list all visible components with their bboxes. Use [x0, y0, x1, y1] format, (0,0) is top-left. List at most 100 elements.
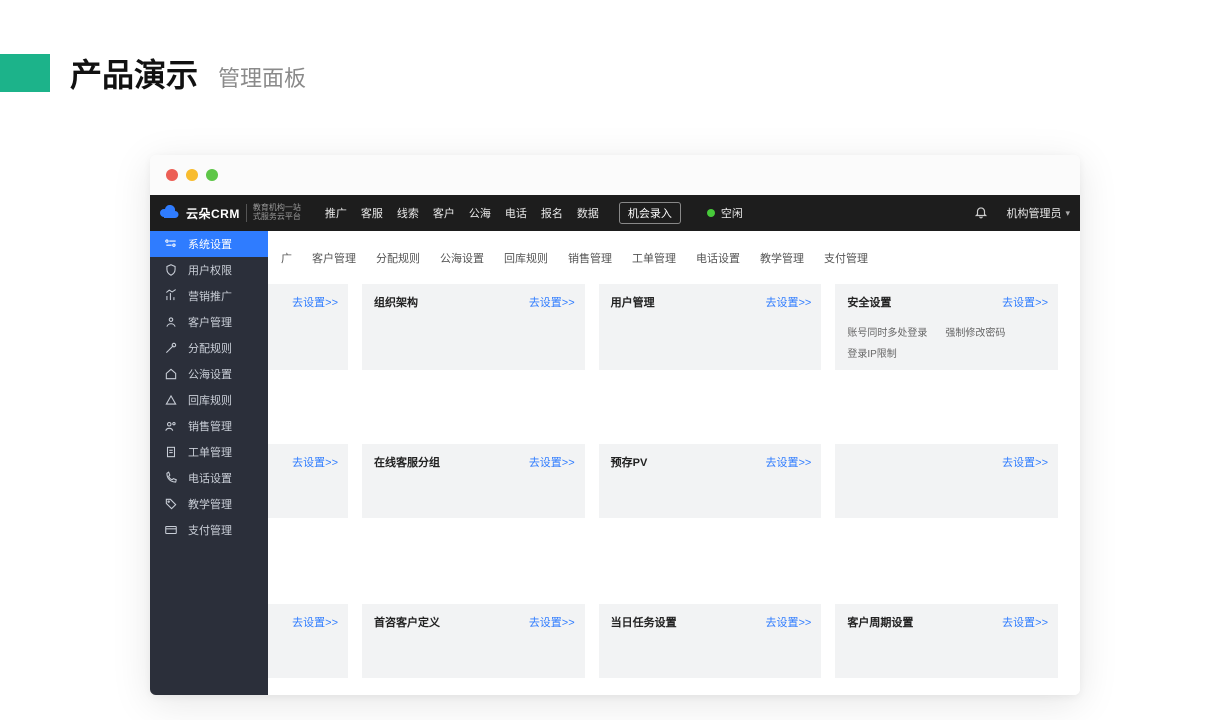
settings-card: 用户管理 去设置>> — [599, 284, 822, 370]
sidebar-item-9[interactable]: 电话设置 — [150, 465, 268, 491]
go-settings-link[interactable]: 去设置>> — [529, 614, 575, 630]
record-button[interactable]: 机会录入 — [619, 202, 681, 224]
window-min-icon[interactable] — [186, 169, 198, 181]
sub-tab-0[interactable]: 客户管理 — [302, 245, 366, 271]
sidebar-item-10[interactable]: 教学管理 — [150, 491, 268, 517]
sub-tab-3[interactable]: 回库规则 — [494, 245, 558, 271]
phone-icon — [164, 471, 178, 485]
sub-tab-8[interactable]: 支付管理 — [814, 245, 878, 271]
card-title: 预存PV — [611, 457, 648, 469]
go-settings-link[interactable]: 去设置>> — [765, 614, 811, 630]
sidebar-item-11[interactable]: 支付管理 — [150, 517, 268, 543]
user-label: 机构管理员 — [1006, 205, 1061, 221]
topbar: 云朵CRM 教育机构一站式服务云平台 推广 客服 线索 客户 公海 电话 报名 … — [150, 195, 1080, 231]
nav-pool[interactable]: 公海 — [469, 205, 491, 221]
go-settings-link[interactable]: 去设置>> — [292, 454, 338, 470]
persons-icon — [164, 419, 178, 433]
nav-leads[interactable]: 线索 — [397, 205, 419, 221]
sidebar-item-8[interactable]: 工单管理 — [150, 439, 268, 465]
card-tag: 账号同时多处登录 — [847, 324, 927, 339]
card-tag: 强制修改密码 — [945, 324, 1005, 339]
settings-card: 组织架构 去设置>> — [362, 284, 585, 370]
sidebar-item-label: 电话设置 — [188, 470, 232, 486]
house-icon — [164, 367, 178, 381]
shield-icon — [164, 263, 178, 277]
nav-promotion[interactable]: 推广 — [325, 205, 347, 221]
traffic-lights — [150, 155, 1080, 195]
card-title: 组织架构 — [374, 297, 418, 309]
go-settings-link[interactable]: 去设置>> — [292, 294, 338, 310]
nav-data[interactable]: 数据 — [577, 205, 599, 221]
card-title: 在线客服分组 — [374, 457, 440, 469]
go-settings-link[interactable]: 去设置>> — [1002, 294, 1048, 310]
sub-tab-1[interactable]: 分配规则 — [366, 245, 430, 271]
settings-card: 去设置>> — [268, 284, 348, 370]
card-title: 客户周期设置 — [847, 617, 913, 629]
bell-icon[interactable] — [974, 205, 988, 222]
card-tags: 账号同时多处登录 强制修改密码登录IP限制 — [847, 324, 1046, 360]
go-settings-link[interactable]: 去设置>> — [765, 454, 811, 470]
sub-tab-4[interactable]: 销售管理 — [558, 245, 622, 271]
top-nav: 推广 客服 线索 客户 公海 电话 报名 数据 机会录入 — [325, 202, 681, 224]
cloud-icon — [158, 205, 180, 221]
window-max-icon[interactable] — [206, 169, 218, 181]
sidebar-item-6[interactable]: 回库规则 — [150, 387, 268, 413]
sidebar-item-2[interactable]: 营销推广 — [150, 283, 268, 309]
sidebar-item-label: 公海设置 — [188, 366, 232, 382]
card-tag: 登录IP限制 — [847, 345, 896, 360]
settings-card: 首咨客户定义去设置>> — [362, 604, 585, 678]
sidebar-item-label: 用户权限 — [188, 262, 232, 278]
logo-text: 云朵CRM — [186, 205, 240, 222]
sidebar-item-label: 支付管理 — [188, 522, 232, 538]
sidebar-item-1[interactable]: 用户权限 — [150, 257, 268, 283]
card-title: 安全设置 — [847, 297, 891, 309]
sidebar-item-label: 系统设置 — [188, 236, 232, 252]
settings-card: 安全设置 去设置>> 账号同时多处登录 强制修改密码登录IP限制 — [835, 284, 1058, 370]
user-menu[interactable]: 机构管理员 ▾ — [1006, 205, 1070, 221]
chevron-down-icon: ▾ — [1065, 208, 1070, 219]
sidebar-item-4[interactable]: 分配规则 — [150, 335, 268, 361]
nav-signup[interactable]: 报名 — [541, 205, 563, 221]
go-settings-link[interactable]: 去设置>> — [529, 294, 575, 310]
logo-tagline: 教育机构一站式服务云平台 — [246, 204, 301, 222]
sidebar-item-label: 营销推广 — [188, 288, 232, 304]
settings-card: 预存PV 去设置>> — [599, 444, 822, 518]
nav-phone[interactable]: 电话 — [505, 205, 527, 221]
sub-tab-2[interactable]: 公海设置 — [430, 245, 494, 271]
sidebar-item-7[interactable]: 销售管理 — [150, 413, 268, 439]
key-icon — [164, 341, 178, 355]
settings-icon — [164, 237, 178, 251]
settings-card: 在线客服分组 去设置>> — [362, 444, 585, 518]
logo[interactable]: 云朵CRM 教育机构一站式服务云平台 — [158, 204, 307, 222]
settings-card: 置去设置>> — [268, 444, 348, 518]
status-label[interactable]: 空闲 — [721, 205, 743, 221]
go-settings-link[interactable]: 去设置>> — [1002, 614, 1048, 630]
sidebar-item-label: 回库规则 — [188, 392, 232, 408]
card-title: 用户管理 — [611, 297, 655, 309]
sub-tabs: 广客户管理分配规则公海设置回库规则销售管理工单管理电话设置教学管理支付管理 — [268, 231, 1080, 284]
stats-icon — [164, 289, 178, 303]
card-title: 当日任务设置 — [611, 617, 677, 629]
go-settings-link[interactable]: 去设置>> — [1002, 454, 1048, 470]
sub-tab-partial[interactable]: 广 — [278, 245, 302, 271]
go-settings-link[interactable]: 去设置>> — [292, 614, 338, 630]
status-dot-icon — [707, 209, 715, 217]
sub-tab-6[interactable]: 电话设置 — [686, 245, 750, 271]
window-close-icon[interactable] — [166, 169, 178, 181]
person-icon — [164, 315, 178, 329]
sidebar-item-label: 教学管理 — [188, 496, 232, 512]
page-title-main: 产品演示 — [70, 50, 198, 96]
settings-card: 去设置>> — [835, 444, 1058, 518]
settings-card: 当日任务设置 去设置>> — [599, 604, 822, 678]
sub-tab-5[interactable]: 工单管理 — [622, 245, 686, 271]
sidebar: 系统设置用户权限营销推广客户管理分配规则公海设置回库规则销售管理工单管理电话设置… — [150, 231, 268, 695]
sub-tab-7[interactable]: 教学管理 — [750, 245, 814, 271]
sidebar-item-0[interactable]: 系统设置 — [150, 231, 268, 257]
accent-bar — [0, 54, 50, 92]
go-settings-link[interactable]: 去设置>> — [529, 454, 575, 470]
sidebar-item-5[interactable]: 公海设置 — [150, 361, 268, 387]
nav-service[interactable]: 客服 — [361, 205, 383, 221]
nav-customers[interactable]: 客户 — [433, 205, 455, 221]
sidebar-item-3[interactable]: 客户管理 — [150, 309, 268, 335]
go-settings-link[interactable]: 去设置>> — [765, 294, 811, 310]
